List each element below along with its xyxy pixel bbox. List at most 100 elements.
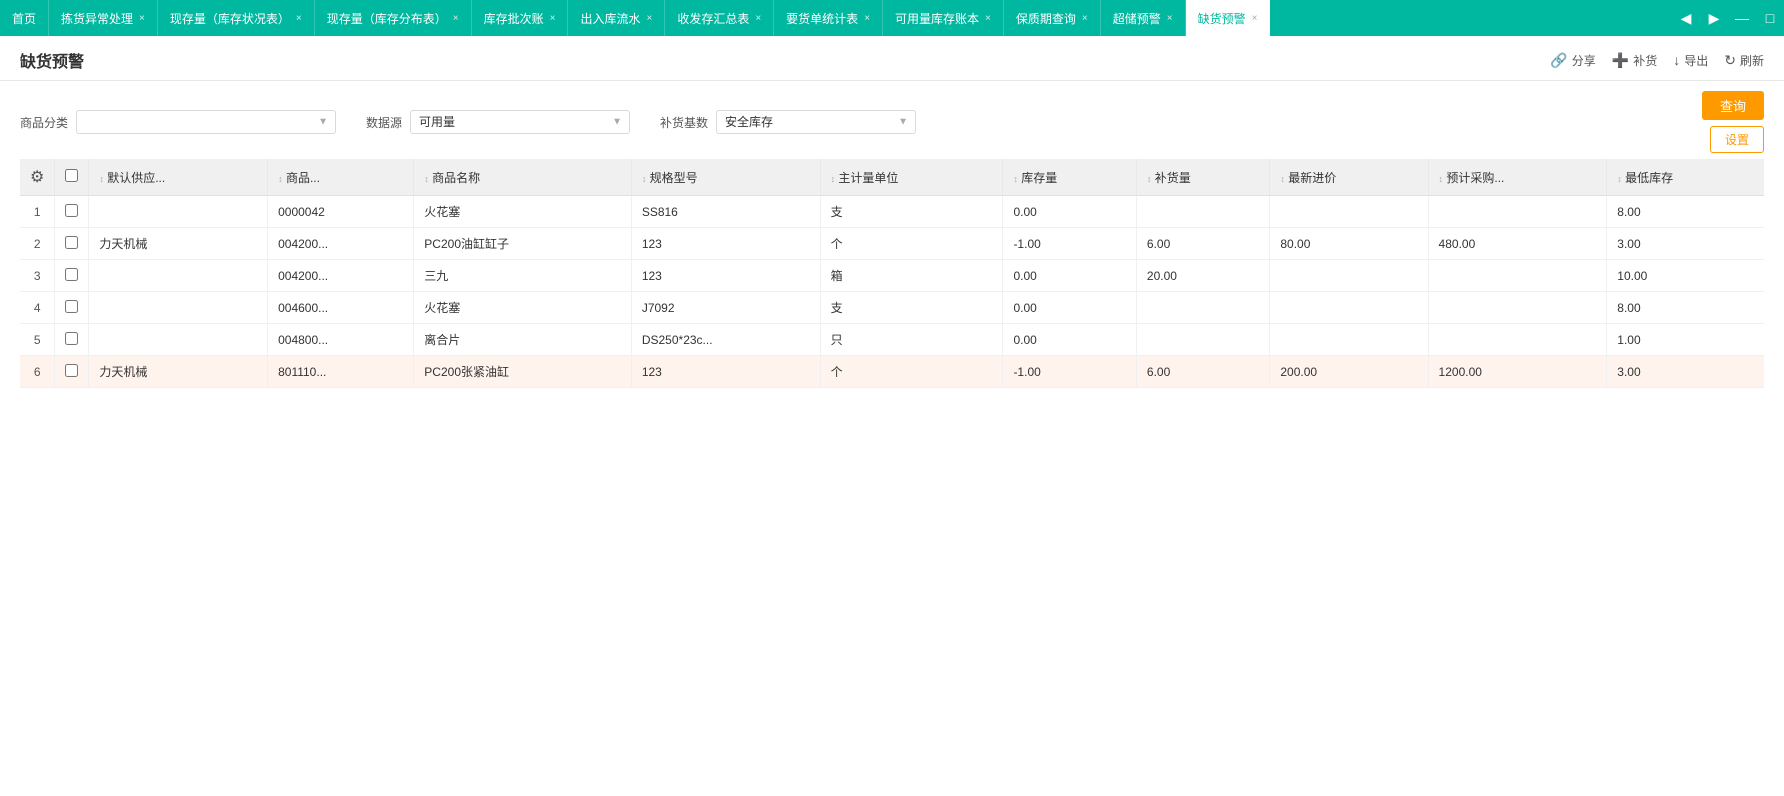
tab-close-stock-dist[interactable]: × [453,13,459,24]
row-num-3: 3 [20,260,55,292]
th-min-stock: ↕ 最低库存 [1607,159,1764,196]
cell-unit-2: 个 [820,228,1003,260]
cell-supplier-4 [89,292,268,324]
cell-replenish-5 [1136,324,1269,356]
refresh-button[interactable]: ↻ 刷新 [1724,52,1764,69]
column-settings-icon[interactable]: ⚙ [30,169,44,186]
sort-code-icon: ↕ [278,174,283,184]
th-goods-name: ↕ 商品名称 [414,159,632,196]
cell-code-2: 004200... [268,228,414,260]
row-select-4[interactable] [65,300,78,313]
replenish-base-select[interactable]: 安全库存 [716,110,916,134]
category-select-wrapper: ▼ [76,110,336,134]
cell-code-3: 004200... [268,260,414,292]
tab-expiry[interactable]: 保质期查询 × [1004,0,1101,36]
row-select-3[interactable] [65,268,78,281]
cell-min-2: 3.00 [1607,228,1764,260]
sort-name-icon: ↕ [424,174,429,184]
export-button[interactable]: ↓ 导出 [1673,52,1708,69]
tab-stock-batch[interactable]: 库存批次账 × [472,0,569,36]
tab-close-order-stat[interactable]: × [864,13,870,24]
cell-name-2: PC200油缸缸子 [414,228,632,260]
query-button[interactable]: 查询 [1702,91,1764,120]
tab-close-collect[interactable]: × [755,13,761,24]
row-checkbox-2 [55,228,89,260]
th-checkbox [55,159,89,196]
table-row: 1 0000042 火花塞 SS816 支 0.00 8.00 [20,196,1764,228]
tab-close-stock-batch[interactable]: × [550,13,556,24]
row-select-5[interactable] [65,332,78,345]
row-num-2: 2 [20,228,55,260]
datasource-select-wrapper: 可用量 ▼ [410,110,630,134]
row-select-1[interactable] [65,204,78,217]
datasource-select[interactable]: 可用量 [410,110,630,134]
tab-stock-status[interactable]: 现存量（库存状况表） × [158,0,315,36]
share-icon: 🔗 [1550,52,1567,69]
row-checkbox-4 [55,292,89,324]
cell-code-5: 004800... [268,324,414,356]
cell-price-1 [1270,196,1428,228]
tab-available[interactable]: 可用量库存账本 × [883,0,1004,36]
th-latest-price: ↕ 最新进价 [1270,159,1428,196]
th-est-purchase: ↕ 预计采购... [1428,159,1607,196]
tab-abnormal[interactable]: 拣货异常处理 × [49,0,158,36]
page-content: 缺货预警 🔗 分享 ➕ 补货 ↓ 导出 ↻ 刷新 商品分类 [0,36,1784,796]
cell-unit-6: 个 [820,356,1003,388]
tab-close-expiry[interactable]: × [1082,13,1088,24]
replenish-icon: ➕ [1612,52,1629,69]
cell-name-4: 火花塞 [414,292,632,324]
tab-home[interactable]: 首页 [0,0,49,36]
cell-replenish-6: 6.00 [1136,356,1269,388]
tab-stock-dist[interactable]: 现存量（库存分布表） × [315,0,472,36]
cell-code-6: 801110... [268,356,414,388]
tab-close-stock-status[interactable]: × [296,13,302,24]
tab-order-stat[interactable]: 要货单统计表 × [774,0,883,36]
row-num-6: 6 [20,356,55,388]
category-label: 商品分类 [20,114,68,131]
settings-button[interactable]: 设置 [1710,126,1764,153]
cell-replenish-1 [1136,196,1269,228]
tab-close-stock-flow[interactable]: × [646,13,652,24]
row-num-4: 4 [20,292,55,324]
cell-price-4 [1270,292,1428,324]
window-minimize-button[interactable]: — [1728,0,1756,36]
tab-close-available[interactable]: × [985,13,991,24]
cell-supplier-6: 力天机械 [89,356,268,388]
sort-spec-icon: ↕ [642,174,647,184]
share-button[interactable]: 🔗 分享 [1550,52,1595,69]
cell-stock-2: -1.00 [1003,228,1136,260]
sort-est-icon: ↕ [1439,174,1444,184]
row-checkbox-6 [55,356,89,388]
cell-supplier-5 [89,324,268,356]
row-select-2[interactable] [65,236,78,249]
tab-stock-flow[interactable]: 出入库流水 × [568,0,665,36]
select-all-checkbox[interactable] [65,169,78,182]
row-select-6[interactable] [65,364,78,377]
row-checkbox-5 [55,324,89,356]
tab-shortage[interactable]: 缺货预警 × [1186,0,1271,36]
tab-close-shortage[interactable]: × [1252,13,1258,24]
cell-min-6: 3.00 [1607,356,1764,388]
cell-price-2: 80.00 [1270,228,1428,260]
cell-unit-5: 只 [820,324,1003,356]
export-icon: ↓ [1673,52,1680,68]
tab-collect[interactable]: 收发存汇总表 × [665,0,774,36]
page-title: 缺货预警 [20,48,1550,72]
cell-name-3: 三九 [414,260,632,292]
table-row: 5 004800... 离合片 DS250*23c... 只 0.00 1.00 [20,324,1764,356]
cell-spec-1: SS816 [631,196,820,228]
tab-close-abnormal[interactable]: × [139,13,145,24]
tab-overstock[interactable]: 超储预警 × [1101,0,1186,36]
category-filter-group: 商品分类 ▼ [20,110,336,134]
category-select[interactable] [76,110,336,134]
tab-prev-button[interactable]: ◀ [1672,0,1700,36]
window-maximize-button[interactable]: □ [1756,0,1784,36]
tab-close-overstock[interactable]: × [1167,13,1173,24]
cell-price-3 [1270,260,1428,292]
cell-stock-6: -1.00 [1003,356,1136,388]
table-header-row: ⚙ ↕ 默认供应... ↕ 商品... ↕ 商品名称 [20,159,1764,196]
cell-est-1 [1428,196,1607,228]
replenish-button[interactable]: ➕ 补货 [1612,52,1657,69]
tab-next-button[interactable]: ▶ [1700,0,1728,36]
cell-est-3 [1428,260,1607,292]
